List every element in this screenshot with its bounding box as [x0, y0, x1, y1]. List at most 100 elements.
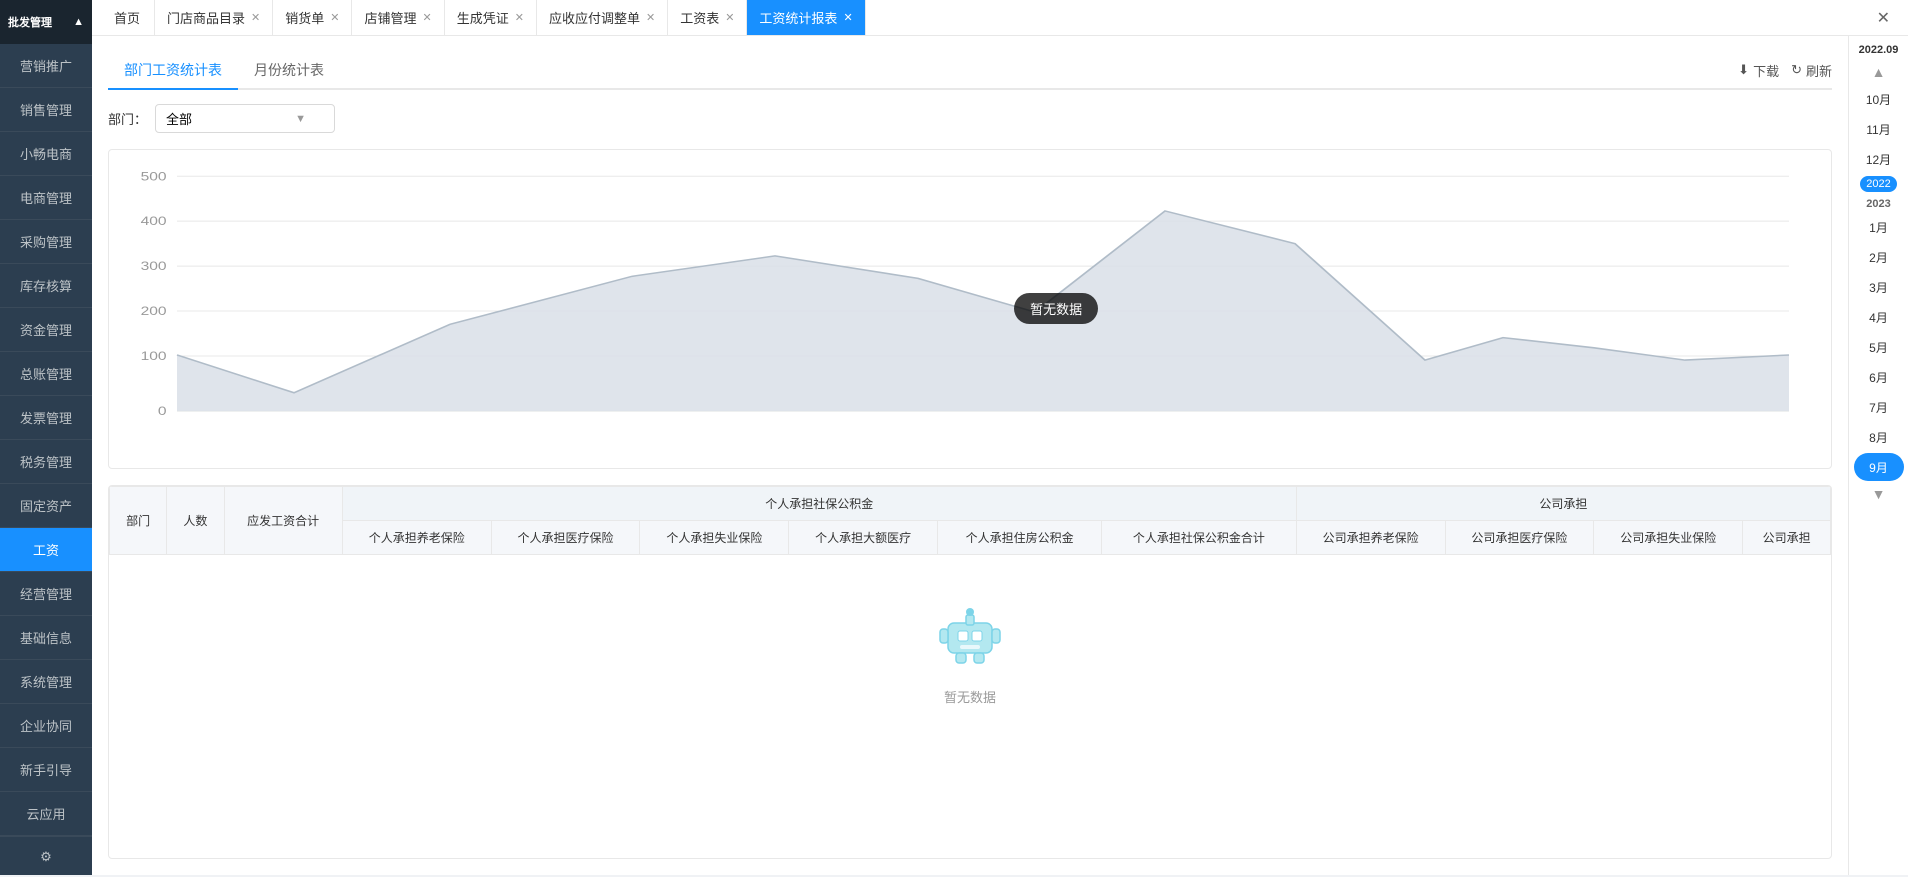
filter-row: 部门： 全部 ▼ [108, 104, 1832, 133]
cal-2023-02[interactable]: 2月 [1854, 243, 1904, 271]
cal-2022-months: 10月 11月 12月 [1849, 84, 1908, 174]
calendar-panel: 2022.09 ▲ 10月 11月 12月 2022 2023 1月 [1848, 36, 1908, 875]
sidebar-item-basic[interactable]: 基础信息 [0, 616, 92, 660]
th-company-unemployment: 公司承担失业保险 [1594, 521, 1743, 555]
svg-text:200: 200 [141, 304, 167, 318]
sidebar-item-ecomm-small[interactable]: 小畅电商 [0, 132, 92, 176]
chart-container: 500 400 300 200 100 0 暂无数据 [108, 149, 1832, 469]
sidebar-item-guide[interactable]: 新手引导 [0, 748, 92, 792]
sidebar-item-ledger[interactable]: 总账管理 [0, 352, 92, 396]
sidebar-item-marketing[interactable]: 营销推广 [0, 44, 92, 88]
tab-close-ar-ap[interactable]: ✕ [646, 11, 655, 24]
cal-2023-04[interactable]: 4月 [1854, 303, 1904, 331]
sidebar-header[interactable]: 批发管理 ▲ [0, 0, 92, 44]
sub-tabs: 部门工资统计表 月份统计表 [108, 52, 340, 88]
sidebar-item-tax[interactable]: 税务管理 [0, 440, 92, 484]
tab-close-store-mgmt[interactable]: ✕ [423, 11, 432, 24]
sub-tab-month[interactable]: 月份统计表 [238, 52, 340, 90]
empty-state: 暂无数据 [110, 555, 1831, 746]
sub-tab-dept[interactable]: 部门工资统计表 [108, 52, 238, 90]
cal-year-2023-header: 2023 [1866, 194, 1890, 212]
close-all-tabs-btn[interactable]: ✕ [1867, 8, 1900, 28]
cal-2022-12[interactable]: 12月 [1854, 145, 1904, 173]
sidebar-item-invoice[interactable]: 发票管理 [0, 396, 92, 440]
refresh-btn[interactable]: ↻ 刷新 [1791, 61, 1832, 80]
tab-close-payroll[interactable]: ✕ [725, 11, 734, 24]
sidebar-collapse-icon: ▲ [73, 16, 84, 28]
svg-text:0: 0 [158, 404, 167, 418]
sidebar-item-sales[interactable]: 销售管理 [0, 88, 92, 132]
cal-prev-btn[interactable]: ▲ [1867, 60, 1891, 84]
th-dept: 部门 [110, 487, 167, 555]
tab-close-cert[interactable]: ✕ [515, 11, 524, 24]
dept-filter-label: 部门： [108, 109, 147, 128]
tabbar: 首页 门店商品目录 ✕ 销货单 ✕ 店铺管理 ✕ 生成凭证 ✕ 应收应付调整单 … [92, 0, 1908, 36]
empty-robot-icon [930, 595, 1010, 675]
dept-select-value: 全部 [166, 109, 192, 128]
payroll-table: 部门 人数 应发工资合计 个人承担社保公积金 公司承担 个人承担养老保险 个人承… [109, 486, 1831, 746]
cal-2023-01[interactable]: 1月 [1854, 213, 1904, 241]
th-company-medical: 公司承担医疗保险 [1445, 521, 1594, 555]
sidebar-item-cloud[interactable]: 云应用 [0, 792, 92, 836]
cal-2023-09[interactable]: 9月 [1854, 453, 1904, 481]
tab-home[interactable]: 首页 [100, 0, 155, 36]
tab-close-sales-order[interactable]: ✕ [330, 11, 339, 24]
download-icon: ⬇ [1738, 62, 1749, 78]
tab-close-payroll-report[interactable]: ✕ [843, 11, 852, 24]
sidebar: 批发管理 ▲ 营销推广 销售管理 小畅电商 电商管理 采购管理 库存核算 资金管… [0, 0, 92, 875]
sidebar-item-corp[interactable]: 企业协同 [0, 704, 92, 748]
th-personal-unemployment: 个人承担失业保险 [640, 521, 789, 555]
cal-2022-10[interactable]: 10月 [1854, 85, 1904, 113]
cal-2023-08[interactable]: 8月 [1854, 423, 1904, 451]
data-table-container: 部门 人数 应发工资合计 个人承担社保公积金 公司承担 个人承担养老保险 个人承… [108, 485, 1832, 859]
th-personal-group: 个人承担社保公积金 [342, 487, 1296, 521]
th-company-group: 公司承担 [1296, 487, 1830, 521]
svg-text:400: 400 [141, 214, 167, 228]
th-company-pension: 公司承担养老保险 [1296, 521, 1445, 555]
chevron-down-icon: ▼ [295, 113, 306, 125]
empty-row: 暂无数据 [110, 555, 1831, 747]
sidebar-settings-btn[interactable]: ⚙ [0, 836, 92, 877]
sidebar-item-ecomm-mgmt[interactable]: 电商管理 [0, 176, 92, 220]
tab-payroll-report[interactable]: 工资统计报表 ✕ [747, 0, 865, 36]
th-personal-total: 个人承担社保公积金合计 [1102, 521, 1297, 555]
th-total-wage: 应发工资合计 [224, 487, 342, 555]
svg-text:300: 300 [141, 259, 167, 273]
sidebar-item-assets[interactable]: 固定资产 [0, 484, 92, 528]
chart-no-data-tooltip: 暂无数据 [1014, 293, 1098, 324]
sidebar-item-operations[interactable]: 经营管理 [0, 572, 92, 616]
th-count: 人数 [167, 487, 224, 555]
cal-2023-06[interactable]: 6月 [1854, 363, 1904, 391]
cal-2023-03[interactable]: 3月 [1854, 273, 1904, 301]
sidebar-item-finance[interactable]: 资金管理 [0, 308, 92, 352]
cal-year-2022-label: 2022.09 [1859, 44, 1899, 56]
close-all-icon: ✕ [1877, 8, 1890, 28]
empty-text: 暂无数据 [944, 687, 996, 706]
tab-cert[interactable]: 生成凭证 ✕ [445, 0, 537, 36]
tab-payroll[interactable]: 工资表 ✕ [668, 0, 747, 36]
download-btn[interactable]: ⬇ 下载 [1738, 61, 1779, 80]
cal-2023-05[interactable]: 5月 [1854, 333, 1904, 361]
sidebar-item-purchase[interactable]: 采购管理 [0, 220, 92, 264]
dept-select[interactable]: 全部 ▼ [155, 104, 335, 133]
th-personal-housing: 个人承担住房公积金 [938, 521, 1102, 555]
tab-sales-order[interactable]: 销货单 ✕ [273, 0, 352, 36]
sidebar-item-system[interactable]: 系统管理 [0, 660, 92, 704]
tab-ar-ap[interactable]: 应收应付调整单 ✕ [537, 0, 668, 36]
cal-year-2022-marker[interactable]: 2022 [1860, 176, 1896, 192]
sidebar-item-payroll[interactable]: 工资 [0, 528, 92, 572]
sidebar-title: 批发管理 [8, 14, 52, 30]
tab-store-catalog[interactable]: 门店商品目录 ✕ [155, 0, 273, 36]
svg-text:100: 100 [141, 349, 167, 363]
page-content: 部门工资统计表 月份统计表 ⬇ 下载 ↻ 刷新 [92, 36, 1908, 875]
cal-2023-07[interactable]: 7月 [1854, 393, 1904, 421]
cal-next-btn[interactable]: ▼ [1867, 482, 1891, 506]
area-chart: 500 400 300 200 100 0 [125, 166, 1815, 452]
tab-close-store-catalog[interactable]: ✕ [251, 11, 260, 24]
cal-2022-11[interactable]: 11月 [1854, 115, 1904, 143]
svg-text:500: 500 [141, 169, 167, 183]
th-personal-pension: 个人承担养老保险 [342, 521, 491, 555]
main-panel: 首页 门店商品目录 ✕ 销货单 ✕ 店铺管理 ✕ 生成凭证 ✕ 应收应付调整单 … [92, 0, 1908, 875]
sidebar-item-inventory[interactable]: 库存核算 [0, 264, 92, 308]
tab-store-mgmt[interactable]: 店铺管理 ✕ [352, 0, 444, 36]
